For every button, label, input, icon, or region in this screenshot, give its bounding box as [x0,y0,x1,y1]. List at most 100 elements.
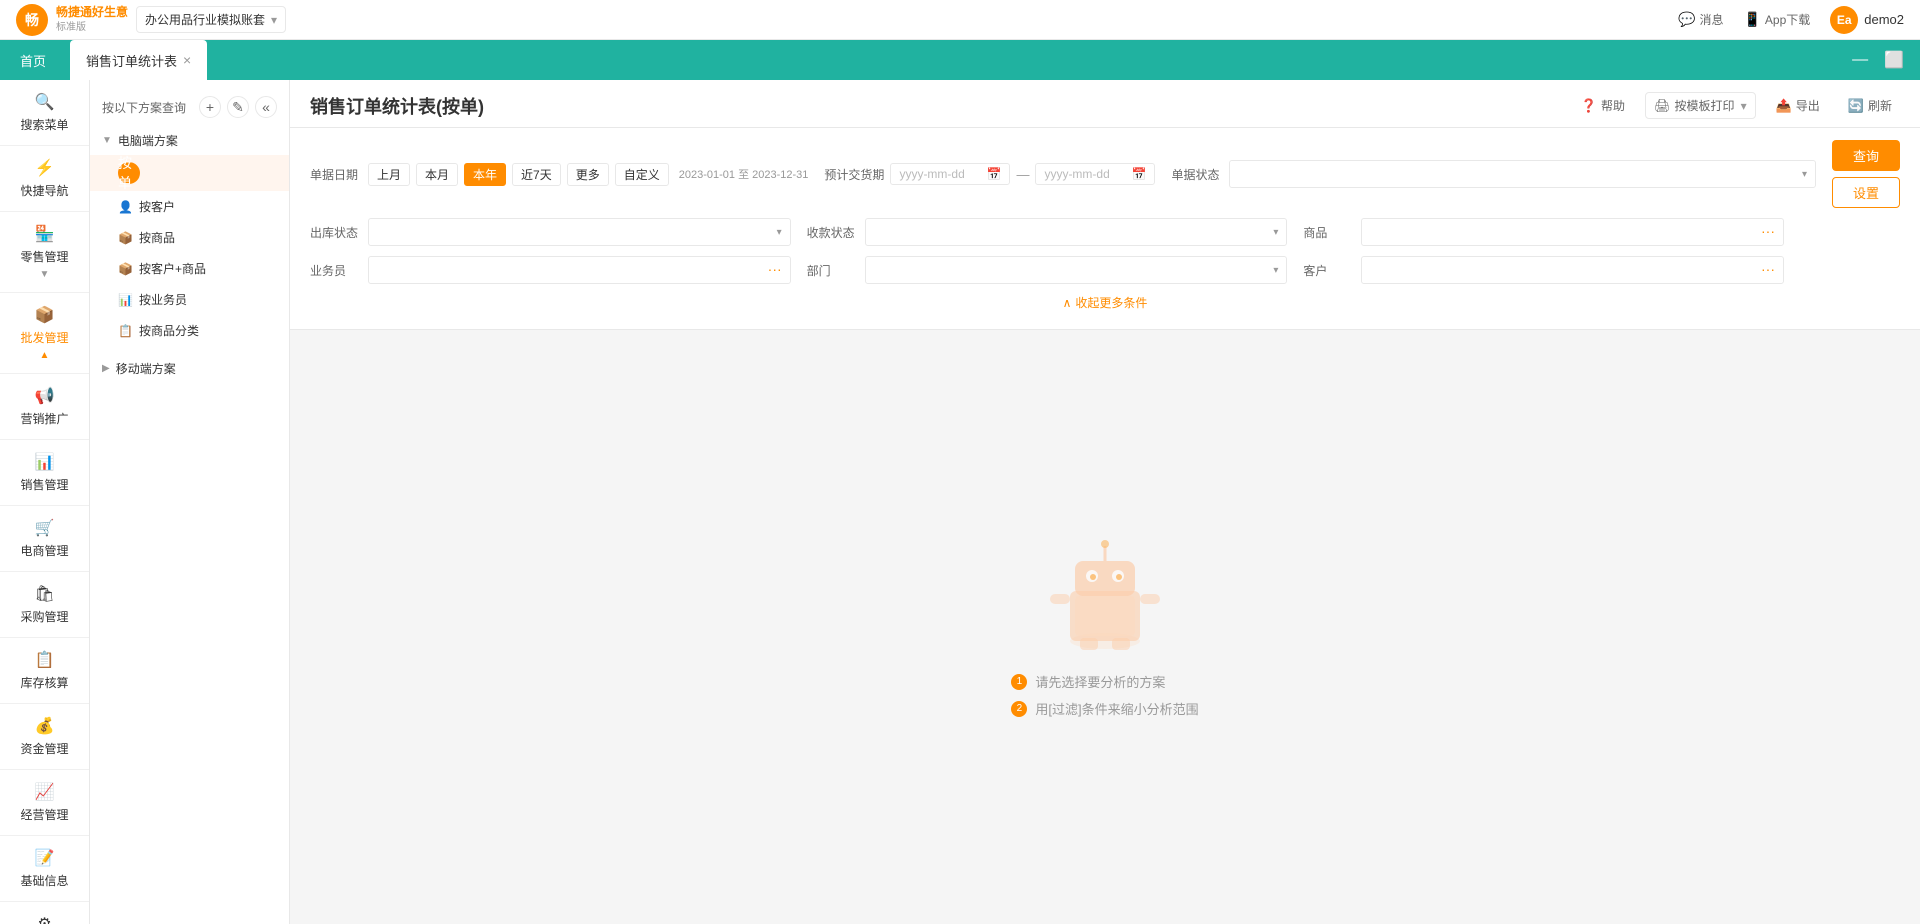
user-name: demo2 [1864,12,1904,27]
expected-date-end[interactable]: yyyy-mm-dd 📅 [1035,163,1155,185]
this-year-btn[interactable]: 本年 [464,163,506,186]
sales-icon: 📊 [35,452,55,472]
custom-btn[interactable]: 自定义 [615,163,669,186]
export-btn[interactable]: 📤 导出 [1768,93,1828,118]
sidebar-item-retail[interactable]: 🏪 零售管理 ▼ [0,212,89,293]
active-scheme-icon: 按单 [118,162,140,184]
export-icon: 📤 [1776,98,1792,114]
marketing-icon: 📢 [35,386,55,406]
sidebar-item-ecommerce[interactable]: 🛒 电商管理 [0,506,89,572]
add-scheme-btn[interactable]: + [199,96,221,118]
tab-active[interactable]: 销售订单统计表 × [70,40,207,80]
user-profile[interactable]: Ea demo2 [1830,6,1904,34]
sidebar-item-system[interactable]: ⚙ 系统管理 [0,902,89,924]
message-btn[interactable]: 💬 消息 [1678,11,1723,28]
empty-illustration [1045,536,1165,656]
by-customer-icon: 👤 [118,200,133,214]
collapse-icon: ∧ [1063,296,1072,310]
by-customer-product-icon: 📦 [118,262,133,276]
tip1-num: 1 [1011,674,1027,690]
sidebar-item-basic[interactable]: 📝 基础信息 [0,836,89,902]
collapse-panel-btn[interactable]: « [255,96,277,118]
sidebar-item-operation[interactable]: 📈 经营管理 [0,770,89,836]
customer-input[interactable]: ··· [1361,256,1784,284]
customer-dots[interactable]: ··· [1761,261,1775,279]
by-category-icon: 📋 [118,324,133,338]
pc-section-header[interactable]: ▼ 电脑端方案 [90,126,289,155]
empty-state: 1 请先选择要分析的方案 2 用[过滤]条件来缩小分析范围 [290,330,1920,924]
ship-status-label: 出库状态 [310,224,362,241]
maximize-btn[interactable]: ⬜ [1880,46,1908,74]
app-download-btn[interactable]: 📱 App下载 [1743,11,1810,28]
more-btn[interactable]: 更多 [567,163,609,186]
basic-icon: 📝 [35,848,55,868]
sidebar: 🔍 搜索菜单 ⚡ 快捷导航 🏪 零售管理 ▼ 📦 批发管理 ▲ 📢 营销推广 📊… [0,80,90,924]
collapse-bar[interactable]: ∧ 收起更多条件 [310,288,1900,317]
query-btn[interactable]: 查询 [1832,140,1900,171]
settings-btn[interactable]: 设置 [1832,177,1900,208]
goods-input[interactable]: ··· [1361,218,1784,246]
scheme-item-by-salesperson[interactable]: 📊 按业务员 [90,284,289,315]
tab-home[interactable]: 首页 [0,40,66,80]
retail-icon: 🏪 [35,224,55,244]
expected-date-start[interactable]: yyyy-mm-dd 📅 [890,163,1010,185]
salesperson-dots[interactable]: ··· [768,261,782,279]
sidebar-item-wholesale[interactable]: 📦 批发管理 ▲ [0,293,89,374]
refresh-btn[interactable]: 🔄 刷新 [1840,93,1900,118]
payment-status-label: 收款状态 [807,224,859,241]
workspace-selector[interactable]: 办公用品行业模拟账套 ▾ [136,6,286,33]
mobile-section-header[interactable]: ▶ 移动端方案 [90,354,289,383]
scheme-item-by-order[interactable]: 按单 [90,155,289,191]
last-month-btn[interactable]: 上月 [368,163,410,186]
sidebar-item-search[interactable]: 🔍 搜索菜单 [0,80,89,146]
salesperson-input[interactable]: ··· [368,256,791,284]
minimize-btn[interactable]: — [1848,47,1872,73]
filter-area: 单据日期 上月 本月 本年 近7天 更多 自定义 2023-01-01 至 20… [290,128,1920,330]
calendar-end-icon: 📅 [1131,167,1146,181]
search-icon: 🔍 [35,92,55,112]
empty-tips: 1 请先选择要分析的方案 2 用[过滤]条件来缩小分析范围 [1011,672,1198,718]
edit-scheme-btn[interactable]: ✎ [227,96,249,118]
download-icon: 📱 [1743,11,1760,28]
last7days-btn[interactable]: 近7天 [512,163,561,186]
print-btn[interactable]: 🖨 按模板打印 ▾ [1645,92,1756,119]
payment-status-select[interactable]: ▾ [865,218,1288,246]
ship-status-select[interactable]: ▾ [368,218,791,246]
calendar-start-icon: 📅 [986,167,1001,181]
sidebar-item-finance[interactable]: 💰 资金管理 [0,704,89,770]
sidebar-item-sales[interactable]: 📊 销售管理 [0,440,89,506]
scheme-item-by-product[interactable]: 📦 按商品 [90,222,289,253]
this-month-btn[interactable]: 本月 [416,163,458,186]
empty-tip-2: 2 用[过滤]条件来缩小分析范围 [1011,699,1198,718]
help-btn[interactable]: ❓ 帮助 [1573,93,1633,118]
purchase-icon: 🛍 [34,584,54,604]
status-select[interactable]: ▾ [1229,160,1816,188]
scheme-item-by-customer[interactable]: 👤 按客户 [90,191,289,222]
scheme-item-by-customer-product[interactable]: 📦 按客户+商品 [90,253,289,284]
status-filter-label: 单据状态 [1171,166,1223,183]
sidebar-item-marketing[interactable]: 📢 营销推广 [0,374,89,440]
content-area: 按以下方案查询 + ✎ « ▼ 电脑端方案 按单 👤 [90,80,1920,924]
date-filter-label: 单据日期 [310,166,362,183]
page-actions: ❓ 帮助 🖨 按模板打印 ▾ 📤 导出 🔄 刷新 [1573,92,1900,119]
app-logo: 畅 [16,4,48,36]
sidebar-item-inventory[interactable]: 📋 库存核算 [0,638,89,704]
sidebar-item-quick-nav[interactable]: ⚡ 快捷导航 [0,146,89,212]
empty-tip-1: 1 请先选择要分析的方案 [1011,672,1198,691]
finance-icon: 💰 [35,716,55,736]
ecommerce-icon: 🛒 [35,518,55,538]
query-btns: 查询 设置 [1832,140,1900,208]
dept-select[interactable]: ▾ [865,256,1288,284]
refresh-icon: 🔄 [1848,98,1864,114]
quick-nav-icon: ⚡ [35,158,55,178]
inventory-icon: 📋 [35,650,55,670]
scheme-item-by-category[interactable]: 📋 按商品分类 [90,315,289,346]
sidebar-item-purchase[interactable]: 🛍 采购管理 [0,572,89,638]
by-salesperson-icon: 📊 [118,293,133,307]
pc-section-arrow: ▼ [102,135,112,146]
date-range-text: 2023-01-01 至 2023-12-31 [679,166,809,182]
salesperson-label: 业务员 [310,262,362,279]
print-icon: 🖨 [1654,98,1671,114]
tab-close-btn[interactable]: × [183,52,191,68]
goods-dots[interactable]: ··· [1761,223,1775,241]
